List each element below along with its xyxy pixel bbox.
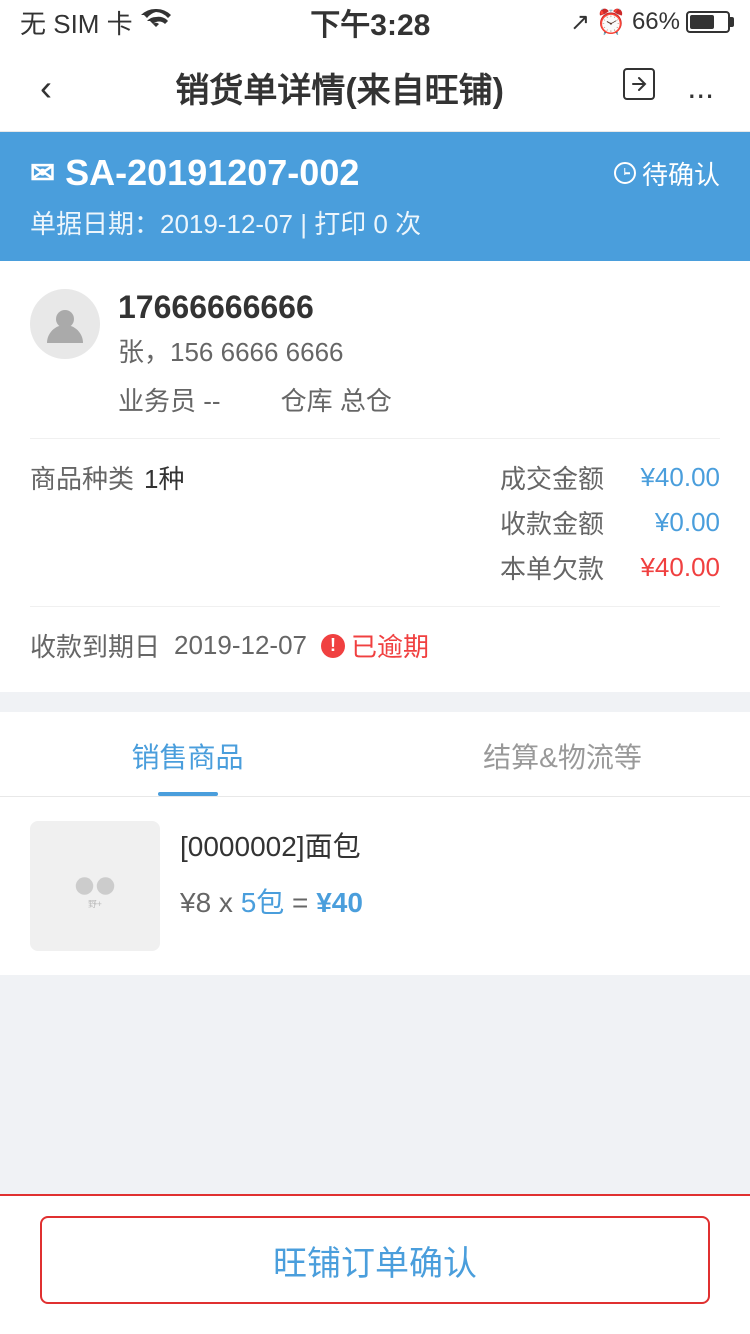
tabs-container: 销售商品 结算&物流等 [0, 712, 750, 797]
product-info: [0000002]面包 ¥8 x 5包 = ¥40 [180, 821, 720, 921]
summary-row: 商品种类 1种 成交金额 ¥40.00 收款金额 ¥0.00 本单欠款 ¥40.… [30, 459, 720, 586]
overdue-icon: ! [321, 634, 345, 658]
back-button[interactable]: ‹ [30, 57, 62, 119]
status-right: ↗ ⏰ 66% [570, 8, 730, 37]
customer-section: 17666666666 张，156 6666 6666 业务员 -- 仓库 总仓… [0, 261, 750, 692]
transaction-amount: 成交金额 ¥40.00 [500, 459, 720, 496]
summary-right: 成交金额 ¥40.00 收款金额 ¥0.00 本单欠款 ¥40.00 [500, 459, 720, 586]
overdue-badge: ! 已逾期 [321, 627, 429, 664]
page-title: 销货单详情(来自旺铺) [175, 63, 504, 112]
carrier-label: 无 SIM 卡 [20, 4, 133, 41]
product-section: 野+ [0000002]面包 ¥8 x 5包 = ¥40 [0, 797, 750, 975]
order-id: ✉ SA-20191207-002 [30, 152, 359, 194]
svg-text:野+: 野+ [88, 899, 102, 909]
order-date: 单据日期：2019-12-07 | 打印 0 次 [30, 204, 720, 241]
wifi-icon [141, 7, 171, 38]
product-item: 野+ [0000002]面包 ¥8 x 5包 = ¥40 [30, 821, 720, 951]
content-spacer [0, 975, 750, 1115]
divider-1 [30, 438, 720, 439]
salesperson-meta: 业务员 -- [118, 381, 221, 418]
due-date-row: 收款到期日 2019-12-07 ! 已逾期 [30, 627, 720, 664]
location-icon: ↗ [570, 8, 590, 37]
battery-label: 66% [632, 8, 680, 36]
product-name: [0000002]面包 [180, 825, 720, 865]
customer-name: 张，156 6666 6666 [118, 332, 720, 369]
product-type: 商品种类 1种 [30, 459, 184, 496]
battery-icon [686, 11, 730, 33]
warehouse-meta: 仓库 总仓 [281, 381, 392, 418]
due-date-label: 收款到期日 [30, 627, 160, 664]
overdue-label: 已逾期 [351, 627, 429, 664]
customer-phone-display: 17666666666 [118, 289, 720, 326]
customer-meta: 业务员 -- 仓库 总仓 [118, 381, 720, 418]
status-time: 下午3:28 [310, 0, 430, 44]
nav-actions: ... [617, 62, 720, 114]
status-left: 无 SIM 卡 [20, 4, 171, 41]
collection-amount: 收款金额 ¥0.00 [500, 504, 720, 541]
owed-amount: 本单欠款 ¥40.00 [500, 549, 720, 586]
order-status: 待确认 [614, 155, 720, 192]
confirm-order-button[interactable]: 旺铺订单确认 [40, 1216, 710, 1304]
due-date-value: 2019-12-07 [174, 630, 307, 661]
alarm-icon: ⏰ [596, 8, 626, 37]
avatar [30, 289, 100, 359]
tab-sales-products[interactable]: 销售商品 [0, 712, 375, 796]
product-thumbnail: 野+ [30, 821, 160, 951]
nav-bar: ‹ 销货单详情(来自旺铺) ... [0, 44, 750, 132]
product-price: ¥8 x 5包 = ¥40 [180, 881, 720, 921]
share-button[interactable] [617, 62, 661, 114]
more-button[interactable]: ... [681, 63, 720, 112]
clock-icon [614, 162, 636, 184]
bottom-bar: 旺铺订单确认 [0, 1194, 750, 1334]
customer-info: 17666666666 张，156 6666 6666 业务员 -- 仓库 总仓 [118, 289, 720, 418]
order-header-card: ✉ SA-20191207-002 待确认 单据日期：2019-12-07 | … [0, 132, 750, 261]
tab-settlement[interactable]: 结算&物流等 [375, 712, 750, 796]
envelope-icon: ✉ [30, 156, 55, 191]
divider-2 [30, 606, 720, 607]
status-bar: 无 SIM 卡 下午3:28 ↗ ⏰ 66% [0, 0, 750, 44]
